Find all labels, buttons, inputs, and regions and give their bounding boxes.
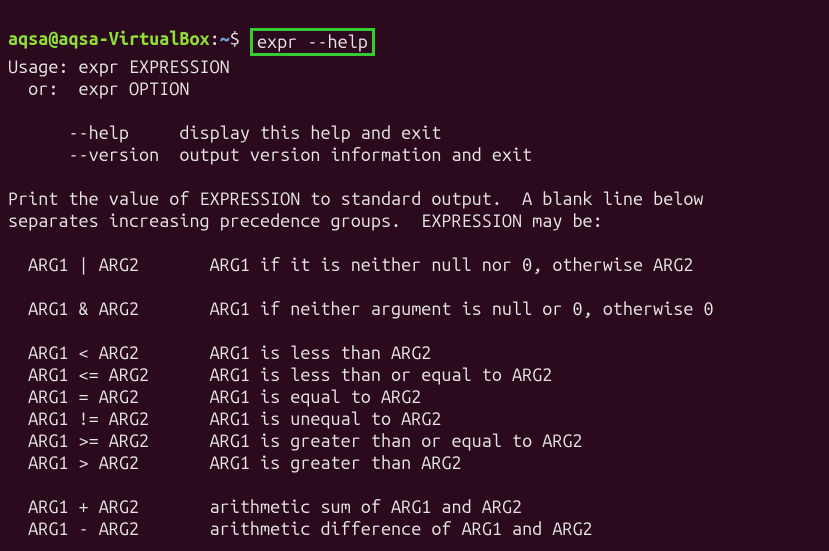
output-desc2: separates increasing precedence groups. … bbox=[8, 211, 603, 231]
prompt-colon: : bbox=[210, 29, 220, 49]
prompt-path: ~ bbox=[220, 29, 230, 49]
command-highlight: expr --help bbox=[250, 28, 375, 56]
output-ge-line: ARG1 >= ARG2 ARG1 is greater than or equ… bbox=[8, 431, 583, 451]
output-lt-line: ARG1 < ARG2 ARG1 is less than ARG2 bbox=[8, 343, 431, 363]
command-text: expr --help bbox=[257, 32, 368, 52]
output-plus-line: ARG1 + ARG2 arithmetic sum of ARG1 and A… bbox=[8, 497, 522, 517]
output-ne-line: ARG1 != ARG2 ARG1 is unequal to ARG2 bbox=[8, 409, 441, 429]
output-le-line: ARG1 <= ARG2 ARG1 is less than or equal … bbox=[8, 365, 552, 385]
prompt-dollar: $ bbox=[230, 29, 250, 49]
output-minus-line: ARG1 - ARG2 arithmetic difference of ARG… bbox=[8, 519, 593, 539]
output-usage1: Usage: expr EXPRESSION bbox=[8, 57, 230, 77]
output-usage2: or: expr OPTION bbox=[8, 79, 189, 99]
prompt-user: aqsa@aqsa-VirtualBox bbox=[8, 29, 210, 49]
output-opt-version: --version output version information and… bbox=[8, 145, 532, 165]
output-opt-help: --help display this help and exit bbox=[8, 123, 441, 143]
output-and-line: ARG1 & ARG2 ARG1 if neither argument is … bbox=[8, 299, 714, 319]
output-gt-line: ARG1 > ARG2 ARG1 is greater than ARG2 bbox=[8, 453, 462, 473]
output-eq-line: ARG1 = ARG2 ARG1 is equal to ARG2 bbox=[8, 387, 421, 407]
terminal[interactable]: aqsa@aqsa-VirtualBox:~$ expr --help Usag… bbox=[8, 6, 821, 540]
output-or-line: ARG1 | ARG2 ARG1 if it is neither null n… bbox=[8, 255, 693, 275]
output-desc1: Print the value of EXPRESSION to standar… bbox=[8, 189, 704, 209]
